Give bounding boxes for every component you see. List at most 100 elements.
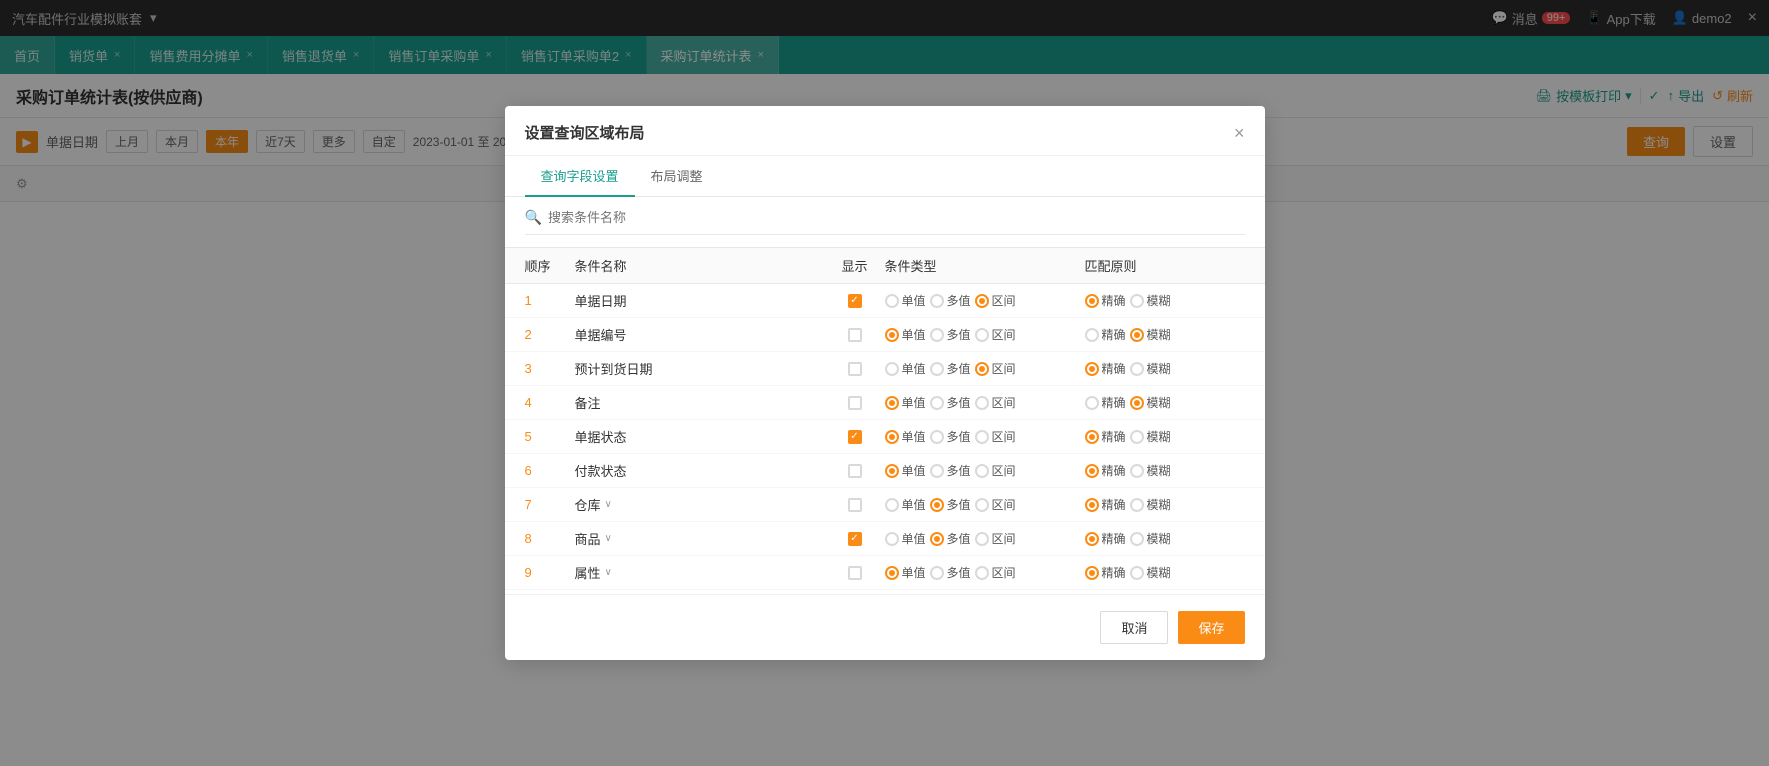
modal-table-header: 顺序 条件名称 显示 条件类型 匹配原则 <box>505 247 1265 284</box>
type-radio-多值[interactable]: 多值 <box>930 326 971 343</box>
modal-close-btn[interactable]: × <box>1234 124 1245 142</box>
chevron-down-icon[interactable]: ∨ <box>605 567 612 578</box>
radio-circle <box>885 328 899 342</box>
type-radio-多值[interactable]: 多值 <box>930 496 971 513</box>
chevron-down-icon[interactable]: ∨ <box>605 533 612 544</box>
match-radio-模糊[interactable]: 模糊 <box>1130 564 1171 581</box>
radio-label: 单值 <box>902 462 926 479</box>
show-checkbox[interactable] <box>848 532 862 546</box>
type-radio-单值[interactable]: 单值 <box>885 462 926 479</box>
type-radio-多值[interactable]: 多值 <box>930 394 971 411</box>
match-radio-精确[interactable]: 精确 <box>1085 360 1126 377</box>
radio-circle <box>1130 498 1144 512</box>
type-radio-单值[interactable]: 单值 <box>885 564 926 581</box>
show-checkbox[interactable] <box>848 362 862 376</box>
match-radio-精确[interactable]: 精确 <box>1085 564 1126 581</box>
type-radio-区间[interactable]: 区间 <box>975 394 1016 411</box>
cell-show-checkbox[interactable] <box>825 566 885 580</box>
tab-layout-adjust[interactable]: 布局调整 <box>635 156 719 197</box>
cell-show-checkbox[interactable] <box>825 294 885 308</box>
match-radio-精确[interactable]: 精确 <box>1085 496 1126 513</box>
type-radio-区间[interactable]: 区间 <box>975 326 1016 343</box>
cell-show-checkbox[interactable] <box>825 396 885 410</box>
cell-show-checkbox[interactable] <box>825 362 885 376</box>
type-radio-区间[interactable]: 区间 <box>975 360 1016 377</box>
radio-label: 多值 <box>947 530 971 547</box>
match-radio-模糊[interactable]: 模糊 <box>1130 394 1171 411</box>
table-row: 4备注单值多值区间精确模糊 <box>505 386 1265 420</box>
type-radio-区间[interactable]: 区间 <box>975 462 1016 479</box>
save-btn[interactable]: 保存 <box>1178 611 1244 644</box>
type-radio-区间[interactable]: 区间 <box>975 564 1016 581</box>
match-radio-模糊[interactable]: 模糊 <box>1130 292 1171 309</box>
type-radio-单值[interactable]: 单值 <box>885 530 926 547</box>
col-header-show: 显示 <box>825 256 885 275</box>
cell-order: 4 <box>525 395 575 410</box>
show-checkbox[interactable] <box>848 328 862 342</box>
modal-overlay[interactable]: 设置查询区域布局 × 查询字段设置 布局调整 🔍 顺序 条件名称 显示 条件类型… <box>0 0 1769 766</box>
cell-show-checkbox[interactable] <box>825 328 885 342</box>
col-header-type: 条件类型 <box>885 256 1085 275</box>
radio-circle <box>885 498 899 512</box>
match-radio-精确[interactable]: 精确 <box>1085 530 1126 547</box>
search-input[interactable] <box>548 210 1245 225</box>
radio-circle <box>885 362 899 376</box>
type-radio-多值[interactable]: 多值 <box>930 360 971 377</box>
show-checkbox[interactable] <box>848 294 862 308</box>
match-radio-精确[interactable]: 精确 <box>1085 462 1126 479</box>
type-radio-区间[interactable]: 区间 <box>975 496 1016 513</box>
type-radio-单值[interactable]: 单值 <box>885 360 926 377</box>
radio-label: 区间 <box>992 326 1016 343</box>
show-checkbox[interactable] <box>848 396 862 410</box>
match-radio-模糊[interactable]: 模糊 <box>1130 462 1171 479</box>
radio-circle <box>975 566 989 580</box>
radio-circle <box>1085 464 1099 478</box>
radio-label: 精确 <box>1102 292 1126 309</box>
type-radio-区间[interactable]: 区间 <box>975 428 1016 445</box>
match-radio-模糊[interactable]: 模糊 <box>1130 326 1171 343</box>
show-checkbox[interactable] <box>848 430 862 444</box>
tab-query-fields[interactable]: 查询字段设置 <box>525 156 635 197</box>
match-radio-模糊[interactable]: 模糊 <box>1130 360 1171 377</box>
cell-show-checkbox[interactable] <box>825 464 885 478</box>
radio-circle <box>930 566 944 580</box>
cancel-btn[interactable]: 取消 <box>1100 611 1168 644</box>
chevron-down-icon[interactable]: ∨ <box>605 499 612 510</box>
type-radio-单值[interactable]: 单值 <box>885 394 926 411</box>
match-radio-模糊[interactable]: 模糊 <box>1130 530 1171 547</box>
type-radio-单值[interactable]: 单值 <box>885 496 926 513</box>
type-radio-多值[interactable]: 多值 <box>930 530 971 547</box>
cell-type: 单值多值 区间 <box>885 394 1085 411</box>
match-radio-精确[interactable]: 精确 <box>1085 428 1126 445</box>
type-radio-多值[interactable]: 多值 <box>930 564 971 581</box>
radio-label: 区间 <box>992 394 1016 411</box>
radio-circle <box>885 396 899 410</box>
show-checkbox[interactable] <box>848 498 862 512</box>
type-radio-多值[interactable]: 多值 <box>930 428 971 445</box>
type-radio-多值[interactable]: 多值 <box>930 292 971 309</box>
radio-label: 区间 <box>992 428 1016 445</box>
cell-show-checkbox[interactable] <box>825 498 885 512</box>
match-radio-精确[interactable]: 精确 <box>1085 292 1126 309</box>
radio-circle <box>975 328 989 342</box>
type-radio-区间[interactable]: 区间 <box>975 530 1016 547</box>
radio-circle <box>885 430 899 444</box>
match-radio-精确[interactable]: 精确 <box>1085 326 1126 343</box>
show-checkbox[interactable] <box>848 464 862 478</box>
cell-type: 单值多值区间 <box>885 360 1085 377</box>
cell-show-checkbox[interactable] <box>825 532 885 546</box>
type-radio-单值[interactable]: 单值 <box>885 326 926 343</box>
match-radio-模糊[interactable]: 模糊 <box>1130 496 1171 513</box>
radio-label: 精确 <box>1102 530 1126 547</box>
type-radio-多值[interactable]: 多值 <box>930 462 971 479</box>
type-radio-区间[interactable]: 区间 <box>975 292 1016 309</box>
cell-order: 2 <box>525 327 575 342</box>
cell-show-checkbox[interactable] <box>825 430 885 444</box>
type-radio-单值[interactable]: 单值 <box>885 292 926 309</box>
show-checkbox[interactable] <box>848 566 862 580</box>
radio-label: 单值 <box>902 394 926 411</box>
match-radio-模糊[interactable]: 模糊 <box>1130 428 1171 445</box>
type-radio-单值[interactable]: 单值 <box>885 428 926 445</box>
match-radio-精确[interactable]: 精确 <box>1085 394 1126 411</box>
radio-label: 模糊 <box>1147 564 1171 581</box>
